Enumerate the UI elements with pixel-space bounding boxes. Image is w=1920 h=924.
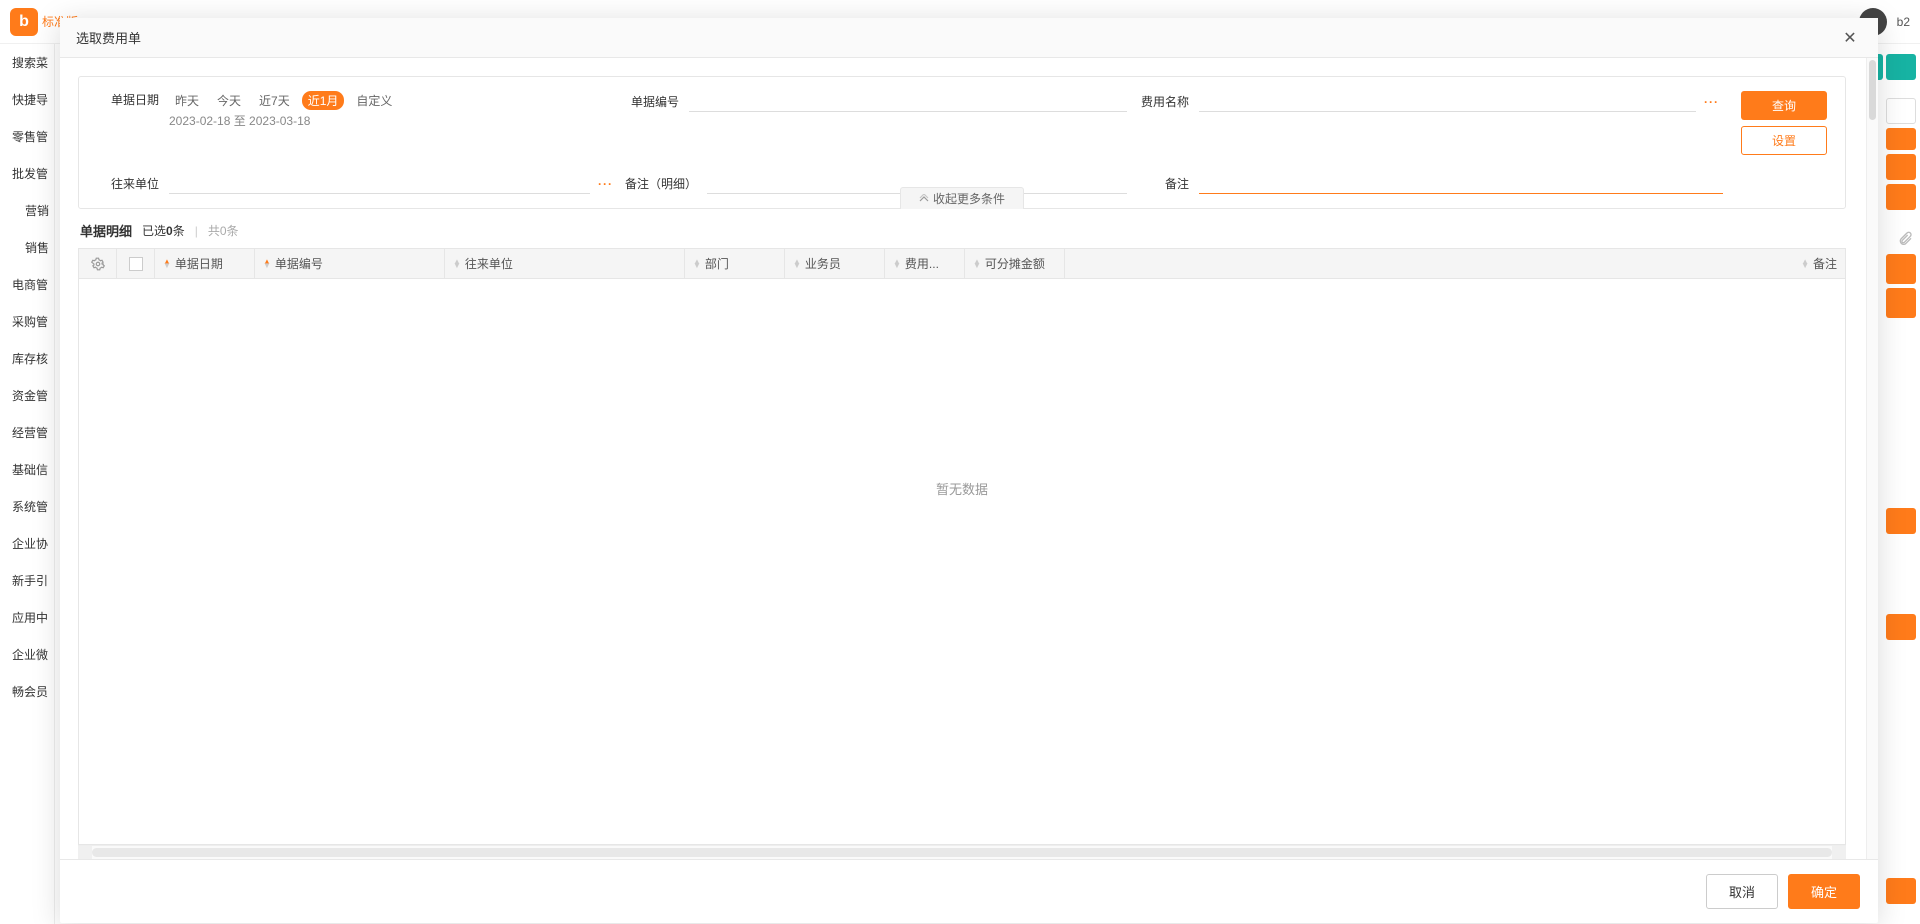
filter-settings-button[interactable]: 设置 (1741, 126, 1827, 155)
col-date[interactable]: ▲▼ 单据日期 (155, 249, 255, 278)
filter-feename-label: 费用名称 (1127, 93, 1199, 110)
date-tag-3[interactable]: 近1月 (302, 91, 345, 110)
filter-date-label: 单据日期 (97, 91, 169, 108)
confirm-button[interactable]: 确定 (1788, 874, 1860, 909)
filter-code-input[interactable] (689, 91, 1127, 112)
filter-partner-input[interactable] (169, 173, 590, 194)
filter-feename-input[interactable] (1199, 91, 1696, 112)
filter-code-label: 单据编号 (617, 93, 689, 110)
sort-icon: ▲▼ (163, 260, 171, 268)
collapse-filters-toggle[interactable]: 收起更多条件 (900, 187, 1024, 209)
filter-remark-label: 备注 (1127, 175, 1199, 192)
close-icon[interactable]: ✕ (1838, 26, 1862, 50)
sort-icon: ▲▼ (893, 260, 901, 268)
col-staff[interactable]: ▲▼ 业务员 (785, 249, 885, 278)
section-title: 单据明细 (80, 221, 132, 240)
table-header: ▲▼ 单据日期 ▲▼ 单据编号 ▲▼ 往来单位 ▲▼ 部门 ▲▼ 业务员 (79, 249, 1845, 279)
filter-partner-lookup-icon[interactable]: ··· (594, 177, 617, 191)
gear-icon (91, 257, 105, 271)
col-amount[interactable]: ▲▼ 可分摊金额 (965, 249, 1065, 278)
select-expense-modal: 选取费用单 ✕ 单据日期 昨天今天近7天近1月自定义 2023-02-18 至 … (60, 18, 1878, 923)
modal-title: 选取费用单 (76, 28, 141, 47)
sort-icon: ▲▼ (973, 260, 981, 268)
date-tag-1[interactable]: 今天 (211, 91, 247, 110)
filter-detailremark-label: 备注（明细） (617, 175, 707, 192)
filter-date-range: 2023-02-18 至 2023-03-18 (169, 112, 310, 129)
table-settings-button[interactable] (79, 249, 117, 278)
empty-state: 暂无数据 (936, 479, 988, 498)
selected-count: 已选0条 (142, 222, 185, 239)
filter-feename-lookup-icon[interactable]: ··· (1700, 95, 1723, 109)
sort-icon: ▲▼ (453, 260, 461, 268)
date-tag-4[interactable]: 自定义 (350, 91, 398, 110)
col-partner[interactable]: ▲▼ 往来单位 (445, 249, 685, 278)
date-tag-0[interactable]: 昨天 (169, 91, 205, 110)
collapse-filters-label: 收起更多条件 (933, 190, 1005, 207)
sort-icon: ▲▼ (263, 260, 271, 268)
table-horizontal-scrollbar[interactable] (78, 845, 1846, 859)
total-count: 共0条 (208, 222, 239, 239)
select-all-checkbox[interactable] (117, 249, 155, 278)
col-remark[interactable]: ▲▼ 备注 (1065, 249, 1845, 278)
filter-remark-input[interactable] (1199, 173, 1723, 194)
col-code[interactable]: ▲▼ 单据编号 (255, 249, 445, 278)
sort-icon: ▲▼ (693, 260, 701, 268)
sort-icon: ▲▼ (1801, 260, 1809, 268)
cancel-button[interactable]: 取消 (1706, 874, 1778, 909)
query-button[interactable]: 查询 (1741, 91, 1827, 120)
sort-icon: ▲▼ (793, 260, 801, 268)
col-fee[interactable]: ▲▼ 费用... (885, 249, 965, 278)
filter-partner-label: 往来单位 (97, 175, 169, 192)
date-tag-2[interactable]: 近7天 (253, 91, 296, 110)
separator: | (195, 224, 198, 238)
col-dept[interactable]: ▲▼ 部门 (685, 249, 785, 278)
modal-vertical-scrollbar[interactable] (1866, 58, 1878, 859)
chevron-up-icon (919, 194, 929, 204)
